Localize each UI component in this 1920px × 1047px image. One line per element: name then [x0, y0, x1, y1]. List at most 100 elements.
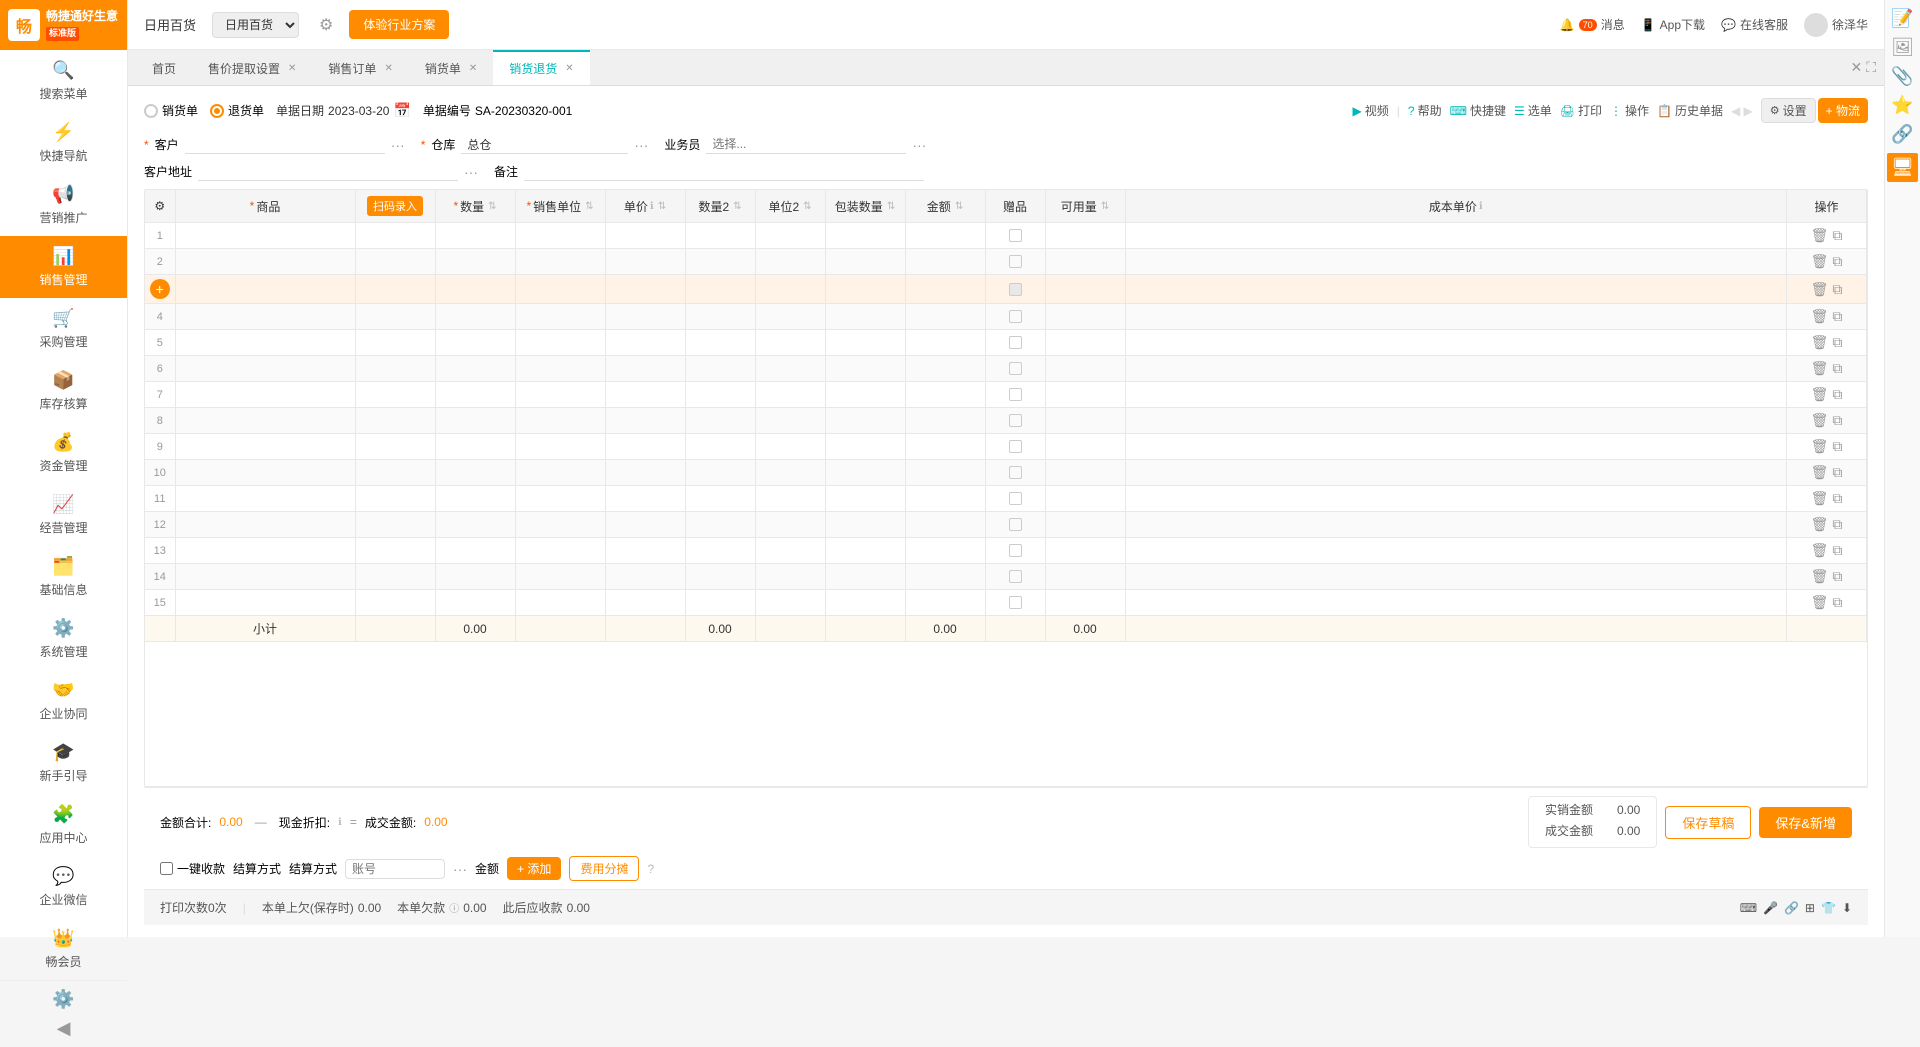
- col-settings-icon[interactable]: ⚙: [154, 199, 165, 213]
- user-profile[interactable]: 徐泽华: [1804, 13, 1868, 37]
- row-2-quantity2[interactable]: [685, 249, 755, 275]
- sidebar-item-purchase[interactable]: 🛒 采购管理: [0, 298, 127, 360]
- row-1-pack-qty[interactable]: [825, 223, 905, 249]
- row-1-quantity[interactable]: [435, 223, 515, 249]
- sidebar-item-marketing[interactable]: 📢 营销推广: [0, 174, 127, 236]
- app-download-btn[interactable]: 📱 App下载: [1641, 16, 1705, 33]
- sidebar-item-basic[interactable]: 🗂️ 基础信息: [0, 546, 127, 608]
- sidebar-item-ops[interactable]: 📈 经营管理: [0, 484, 127, 546]
- row-3-available[interactable]: [1045, 275, 1125, 304]
- row-3-delete-btn[interactable]: 🗑: [1811, 281, 1829, 298]
- row-1-available[interactable]: [1045, 223, 1125, 249]
- row-copy-btn[interactable]: ⧉: [1832, 308, 1842, 325]
- radio-return[interactable]: 退货单: [210, 102, 264, 119]
- tab-sale-settings-close[interactable]: ✕: [288, 63, 296, 74]
- row-3-quantity2[interactable]: [685, 275, 755, 304]
- row-copy-btn[interactable]: ⧉: [1832, 386, 1842, 403]
- row-2-delete-btn[interactable]: 🗑: [1811, 253, 1829, 270]
- right-image-icon[interactable]: 🖼: [1891, 37, 1914, 58]
- row-delete-btn[interactable]: 🗑: [1811, 412, 1829, 429]
- notification-btn[interactable]: 🔔 70 消息: [1560, 16, 1625, 33]
- experience-btn[interactable]: 体验行业方案: [349, 10, 449, 39]
- row-2-copy-btn[interactable]: ⧉: [1832, 253, 1842, 270]
- sidebar-item-apps[interactable]: 🧩 应用中心: [0, 794, 127, 856]
- sidebar-item-member[interactable]: 👑 畅会员: [0, 918, 127, 980]
- row-2-product[interactable]: [175, 249, 355, 275]
- tab-sale-return[interactable]: 销货退货 ✕: [493, 50, 589, 85]
- tab-expand-btn[interactable]: ⛶: [1866, 59, 1876, 76]
- amount-sort-icon[interactable]: ⇅: [955, 201, 963, 212]
- row-2-unit2[interactable]: [755, 249, 825, 275]
- action-help[interactable]: ? 帮助: [1408, 102, 1442, 119]
- row-1-sale-unit[interactable]: [515, 223, 605, 249]
- row-1-amount[interactable]: [905, 223, 985, 249]
- account-more-btn[interactable]: ···: [453, 861, 467, 877]
- account-input[interactable]: [345, 859, 445, 879]
- row-copy-btn[interactable]: ⧉: [1832, 490, 1842, 507]
- scan-btn[interactable]: 扫码录入: [367, 196, 423, 216]
- pack-qty-sort-icon[interactable]: ⇅: [887, 201, 895, 212]
- warehouse-more-btn[interactable]: ···: [634, 137, 648, 153]
- action-select[interactable]: ☰ 选单: [1514, 102, 1552, 119]
- row-2-quantity[interactable]: [435, 249, 515, 275]
- customer-more-btn[interactable]: ···: [391, 137, 405, 153]
- row-copy-btn[interactable]: ⧉: [1832, 438, 1842, 455]
- row-delete-btn[interactable]: 🗑: [1811, 464, 1829, 481]
- row-3-add[interactable]: +: [145, 275, 175, 304]
- sidebar-collapse-btn[interactable]: ◀: [57, 1018, 71, 1039]
- add-logistics-btn[interactable]: + 物流: [1818, 98, 1868, 123]
- online-support-btn[interactable]: 💬 在线客服: [1721, 16, 1788, 33]
- row-3-sale-unit[interactable]: [515, 275, 605, 304]
- row-delete-btn[interactable]: 🗑: [1811, 490, 1829, 507]
- sale-unit-sort-icon[interactable]: ⇅: [585, 201, 593, 212]
- row-copy-btn[interactable]: ⧉: [1832, 360, 1842, 377]
- note-input[interactable]: [524, 162, 924, 181]
- unit-price-sort-icon[interactable]: ⇅: [658, 201, 666, 212]
- sidebar-item-wechat[interactable]: 💬 企业微信: [0, 856, 127, 918]
- row-3-pack-qty[interactable]: [825, 275, 905, 304]
- tab-sale-goods-close[interactable]: ✕: [469, 63, 477, 74]
- row-delete-btn[interactable]: 🗑: [1811, 438, 1829, 455]
- row-delete-btn[interactable]: 🗑: [1811, 542, 1829, 559]
- row-1-cost-unit[interactable]: [1125, 223, 1787, 249]
- row-copy-btn[interactable]: ⧉: [1832, 516, 1842, 533]
- add-row-btn[interactable]: +: [150, 279, 170, 299]
- address-more-btn[interactable]: ···: [464, 164, 478, 180]
- tab-home[interactable]: 首页: [136, 50, 192, 85]
- row-3-copy-btn[interactable]: ⧉: [1832, 281, 1842, 298]
- row-delete-btn[interactable]: 🗑: [1811, 360, 1829, 377]
- row-3-unit2[interactable]: [755, 275, 825, 304]
- topbar-gear-icon[interactable]: ⚙: [319, 15, 333, 35]
- row-3-amount[interactable]: [905, 275, 985, 304]
- row-1-copy-btn[interactable]: ⧉: [1832, 227, 1842, 244]
- row-1-product[interactable]: [175, 223, 355, 249]
- sidebar-item-finance[interactable]: 💰 资金管理: [0, 422, 127, 484]
- radio-sale[interactable]: 销货单: [144, 102, 198, 119]
- row-2-unit-price[interactable]: [605, 249, 685, 275]
- sidebar-item-search[interactable]: 🔍 搜索菜单: [0, 50, 127, 112]
- expense-split-btn[interactable]: 费用分摊: [569, 856, 639, 881]
- tab-sale-order-close[interactable]: ✕: [384, 63, 392, 74]
- tab-sale-order[interactable]: 销售订单 ✕: [312, 50, 408, 85]
- row-3-gift-checkbox[interactable]: [1009, 283, 1022, 296]
- row-2-cost-unit[interactable]: [1125, 249, 1787, 275]
- quantity-sort-icon[interactable]: ⇅: [488, 201, 496, 212]
- save-draft-btn[interactable]: 保存草稿: [1665, 806, 1751, 839]
- row-1-unit-price[interactable]: [605, 223, 685, 249]
- calendar-icon[interactable]: 📅: [393, 102, 410, 119]
- sidebar-item-coop[interactable]: 🤝 企业协同: [0, 670, 127, 732]
- row-delete-btn[interactable]: 🗑: [1811, 308, 1829, 325]
- customer-input[interactable]: [185, 135, 385, 154]
- row-3-cost-unit[interactable]: [1125, 275, 1787, 304]
- row-2-amount[interactable]: [905, 249, 985, 275]
- row-2-sale-unit[interactable]: [515, 249, 605, 275]
- action-video[interactable]: ▶ 视频: [1353, 102, 1389, 119]
- row-copy-btn[interactable]: ⧉: [1832, 334, 1842, 351]
- sidebar-item-shortcut[interactable]: ⚡ 快捷导航: [0, 112, 127, 174]
- available-sort-icon[interactable]: ⇅: [1101, 201, 1109, 212]
- row-3-product[interactable]: [175, 275, 355, 304]
- right-attach-icon[interactable]: 📎: [1891, 66, 1913, 87]
- row-copy-btn[interactable]: ⧉: [1832, 412, 1842, 429]
- quantity2-sort-icon[interactable]: ⇅: [733, 201, 741, 212]
- sidebar-item-sales[interactable]: 📊 销售管理: [0, 236, 127, 298]
